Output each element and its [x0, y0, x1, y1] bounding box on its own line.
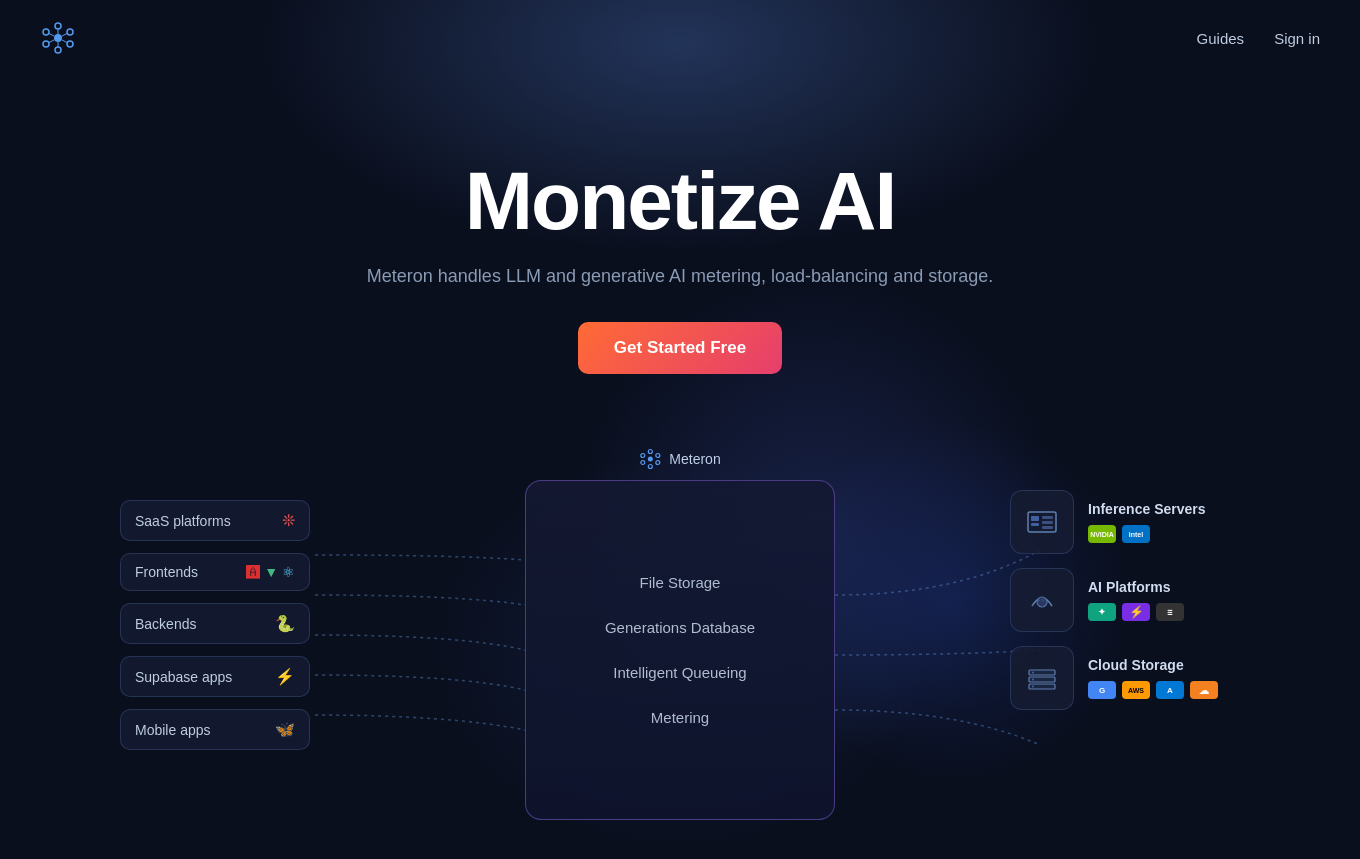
svg-point-1 [55, 23, 61, 29]
ai-platforms-info: AI Platforms ✦ ⚡ ≡ [1088, 579, 1184, 621]
svg-point-32 [1032, 686, 1034, 688]
svg-line-10 [62, 40, 67, 43]
ai-platforms-logos: ✦ ⚡ ≡ [1088, 603, 1184, 621]
cloud-storage-logos: G AWS A ☁ [1088, 681, 1218, 699]
right-items: Inference Servers NVIDIA intel AI Platfo… [1010, 490, 1240, 710]
gcp-badge: G [1088, 681, 1116, 699]
cloud-storage-card: Cloud Storage G AWS A ☁ [1010, 646, 1240, 710]
svg-point-31 [1032, 679, 1034, 681]
svg-point-26 [1037, 597, 1047, 607]
svg-point-5 [43, 41, 49, 47]
aws-badge: AWS [1122, 681, 1150, 699]
svg-line-9 [49, 34, 54, 37]
meteron-label: Meteron [639, 448, 720, 470]
center-box: File Storage Generations Database Intell… [525, 480, 835, 820]
left-item-backends: Backends 🐍 [120, 603, 310, 644]
left-item-supabase: Supabase apps ⚡ [120, 656, 310, 697]
lightning-badge: ⚡ [1122, 603, 1150, 621]
left-item-frontends-label: Frontends [135, 564, 198, 580]
svg-point-30 [1032, 672, 1034, 674]
inference-info: Inference Servers NVIDIA intel [1088, 501, 1206, 543]
cloud-storage-title: Cloud Storage [1088, 657, 1218, 673]
react-icon: ⚛ [282, 564, 295, 580]
ai-platforms-title: AI Platforms [1088, 579, 1184, 595]
intel-badge: intel [1122, 525, 1150, 543]
svg-rect-23 [1042, 516, 1053, 519]
svg-rect-22 [1031, 523, 1039, 526]
inference-title: Inference Servers [1088, 501, 1206, 517]
svg-point-19 [656, 461, 660, 465]
svg-point-3 [43, 29, 49, 35]
nvidia-badge: NVIDIA [1088, 525, 1116, 543]
ai-platforms-card: AI Platforms ✦ ⚡ ≡ [1010, 568, 1240, 632]
meteron-label-text: Meteron [669, 451, 720, 467]
left-item-mobile: Mobile apps 🦋 [120, 709, 310, 750]
left-item-frontends: Frontends 🅰 ▼ ⚛ [120, 553, 310, 591]
meteron-logo-small [639, 448, 661, 470]
angular-icon: 🅰 [246, 564, 260, 580]
left-item-backends-label: Backends [135, 616, 196, 632]
svg-line-11 [49, 40, 54, 43]
svg-point-16 [641, 454, 645, 458]
hero-subtitle: Meteron handles LLM and generative AI me… [0, 266, 1360, 287]
left-item-supabase-label: Supabase apps [135, 669, 232, 685]
center-item-3: Metering [651, 709, 709, 726]
openai-badge: ✦ [1088, 603, 1116, 621]
diagram-area: Meteron File Storage Generations Databas… [0, 440, 1360, 859]
logo-icon [40, 20, 76, 56]
cloud-storage-icon [1010, 646, 1074, 710]
svg-point-0 [54, 34, 62, 42]
svg-point-13 [648, 457, 653, 462]
azure-badge: A [1156, 681, 1184, 699]
cta-button[interactable]: Get Started Free [578, 322, 782, 374]
svg-point-15 [648, 465, 652, 469]
python-icon: 🐍 [275, 614, 295, 633]
vue-icon: ▼ [264, 564, 278, 580]
center-item-0: File Storage [640, 574, 721, 591]
ai-platforms-icon [1010, 568, 1074, 632]
cloud-storage-info: Cloud Storage G AWS A ☁ [1088, 657, 1218, 699]
svg-line-12 [62, 34, 67, 37]
replicate-badge: ≡ [1156, 603, 1184, 621]
logo [40, 20, 76, 56]
inference-logos: NVIDIA intel [1088, 525, 1206, 543]
nav-links: Guides Sign in [1197, 30, 1320, 47]
svg-point-4 [67, 29, 73, 35]
svg-rect-24 [1042, 521, 1053, 524]
cloudflare-badge: ☁ [1190, 681, 1218, 699]
left-items: SaaS platforms ❊ Frontends 🅰 ▼ ⚛ Backend… [120, 500, 310, 750]
hero-section: Monetize AI Meteron handles LLM and gene… [0, 76, 1360, 374]
left-item-mobile-label: Mobile apps [135, 722, 211, 738]
svg-point-6 [67, 41, 73, 47]
left-item-saas-label: SaaS platforms [135, 513, 231, 529]
supabase-icon: ⚡ [275, 667, 295, 686]
left-item-saas-icon: ❊ [282, 511, 295, 530]
inference-icon [1010, 490, 1074, 554]
frontends-icons: 🅰 ▼ ⚛ [246, 564, 295, 580]
flutter-icon: 🦋 [275, 720, 295, 739]
left-item-saas: SaaS platforms ❊ [120, 500, 310, 541]
center-item-2: Intelligent Queueing [613, 664, 746, 681]
svg-point-14 [648, 450, 652, 454]
svg-point-17 [656, 454, 660, 458]
svg-rect-21 [1031, 516, 1039, 521]
svg-point-18 [641, 461, 645, 465]
signin-link[interactable]: Sign in [1274, 30, 1320, 47]
hero-title: Monetize AI [0, 156, 1360, 246]
inference-servers-card: Inference Servers NVIDIA intel [1010, 490, 1240, 554]
svg-point-2 [55, 47, 61, 53]
svg-rect-25 [1042, 526, 1053, 529]
guides-link[interactable]: Guides [1197, 30, 1245, 47]
center-item-1: Generations Database [605, 619, 755, 636]
